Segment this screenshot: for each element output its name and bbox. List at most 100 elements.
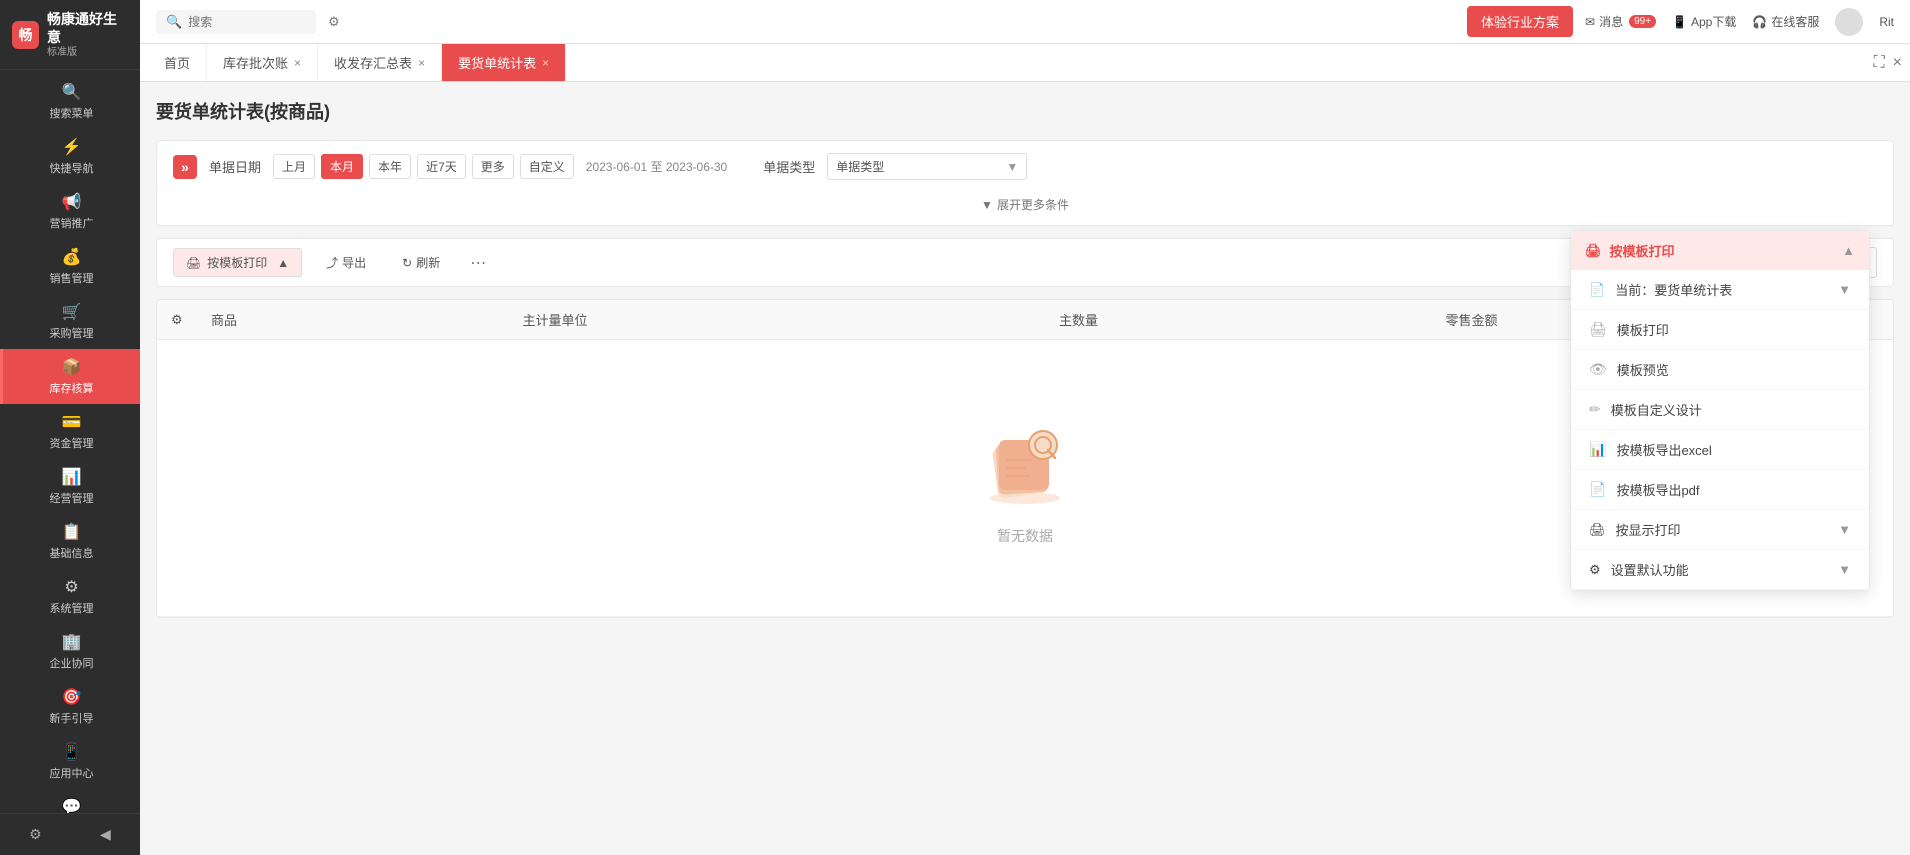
sidebar-item-purchase[interactable]: 🛒 采购管理 [0,294,140,349]
tab-order_stat[interactable]: 要货单统计表× [442,44,566,81]
user-avatar[interactable] [1835,8,1863,36]
sidebar-item-guide[interactable]: 🎯 新手引导 [0,679,140,734]
print-label: 按模板打印 [207,254,267,271]
search-box[interactable]: 🔍 [156,10,316,34]
sidebar-item-finance[interactable]: 💳 资金管理 [0,404,140,459]
date-btn-more[interactable]: 更多 [472,154,514,179]
type-dropdown[interactable]: 单据类型 ▼ [827,153,1027,180]
sidebar-label-inventory: 库存核算 [50,380,94,396]
th-settings[interactable]: ⚙ [157,300,197,340]
th-quantity: 主数量 [1045,300,1432,340]
dropdown-header[interactable]: 🖨 按模板打印 ▲ [1571,231,1869,270]
sidebar-icon-shortcut: ⚡ [62,137,82,157]
display-print-arrow: ▼ [1838,522,1851,537]
sidebar-item-shortcut[interactable]: ⚡ 快捷导航 [0,129,140,184]
sidebar-item-basic[interactable]: 📋 基础信息 [0,514,140,569]
app-logo: 畅 畅康通好生意 标准版 [0,0,140,70]
sidebar-icon-guide: 🎯 [62,687,82,707]
topbar: 🔍 ⚙ 体验行业方案 ✉ 消息 99+ 📱 App下载 🎧 在线客服 Rit [140,0,1910,44]
filter-expand-btn[interactable]: » [173,155,197,179]
dropdown-printer-icon: 🖨 [1585,243,1602,259]
date-btn-this_year[interactable]: 本年 [369,154,411,179]
page-content: 要货单统计表(按商品) » 单据日期 上月本月本年近7天更多自定义 2023-0… [140,82,1910,855]
sidebar-icon-inventory: 📦 [62,357,82,377]
filter-more-label: 展开更多条件 [997,196,1069,213]
sidebar-icon-enterprise: 🏢 [62,632,82,652]
maximize-icon[interactable]: ⛶ [1873,54,1884,72]
dropdown-item-export-excel[interactable]: 📊 按模板导出excel [1571,430,1869,470]
filter-more-btn[interactable]: ▼ 展开更多条件 [981,196,1069,213]
sidebar-label-marketing: 营销推广 [50,215,94,231]
logo-icon: 畅 [12,21,39,49]
th-unit: 主计量单位 [509,300,1045,340]
dropdown-item-template-custom[interactable]: ✏ 模板自定义设计 [1571,390,1869,430]
messages-btn[interactable]: ✉ 消息 99+ [1585,13,1656,30]
date-btn-prev_month[interactable]: 上月 [273,154,315,179]
dropdown-display-print[interactable]: 🖨 按显示打印 ▼ [1571,510,1869,550]
sidebar-item-operation[interactable]: 📊 经营管理 [0,459,140,514]
industry-btn[interactable]: 体验行业方案 [1467,6,1573,37]
export-btn[interactable]: ⤴ 导出 [314,249,378,276]
collapse-footer-btn[interactable]: ◀ [96,822,115,847]
filter-bar: » 单据日期 上月本月本年近7天更多自定义 2023-06-01 至 2023-… [156,140,1894,226]
sidebar-icon-search: 🔍 [62,82,82,102]
dropdown-default-func[interactable]: ⚙ 设置默认功能 ▼ [1571,550,1869,590]
dropdown-current-template[interactable]: 📄 当前：要货单统计表 ▼ [1571,270,1869,310]
template-preview-icon: 👁 [1589,361,1607,378]
display-print-label: 按显示打印 [1616,520,1681,539]
sidebar-label-shortcut: 快捷导航 [50,160,94,176]
template-custom-icon: ✏ [1589,401,1601,418]
app-download-btn[interactable]: 📱 App下载 [1672,13,1736,30]
settings-footer-btn[interactable]: ⚙ [25,822,46,847]
sidebar-item-inventory[interactable]: 📦 库存核算 [0,349,140,404]
export-label: 导出 [342,254,366,271]
print-dropdown: 🖨 按模板打印 ▲ 📄 当前：要货单统计表 ▼ 🖨 模板打印 👁 [1570,230,1870,591]
empty-illustration [975,410,1075,510]
tab-batch[interactable]: 库存批次账× [207,44,318,81]
sidebar-label-guide: 新手引导 [50,710,94,726]
export-excel-icon: 📊 [1589,441,1606,458]
date-btn-this_month[interactable]: 本月 [321,154,363,179]
tab-close-batch[interactable]: × [294,56,301,70]
tab-home[interactable]: 首页 [148,44,207,81]
message-icon: ✉ [1585,15,1595,29]
sidebar-nav: 🔍 搜索菜单 ⚡ 快捷导航 📢 营销推广 💰 销售管理 🛒 采购管理 📦 库存核… [0,70,140,813]
print-arrow-icon: ▲ [277,256,289,270]
sidebar-label-sales: 销售管理 [50,270,94,286]
sidebar-footer: ⚙ ◀ [0,813,140,855]
tabs-right: ⛶ × [1873,54,1902,72]
sidebar-icon-operation: 📊 [62,467,82,487]
date-btn-last7[interactable]: 近7天 [417,154,466,179]
sidebar-item-corpWeChat[interactable]: 💬 企业微信 [0,789,140,813]
sidebar-label-purchase: 采购管理 [50,325,94,341]
default-func-label: 设置默认功能 [1611,560,1689,579]
tab-close-collection[interactable]: × [418,56,425,70]
export-excel-label: 按模板导出excel [1616,440,1711,459]
online-service-btn[interactable]: 🎧 在线客服 [1752,13,1819,30]
th-product: 商品 [197,300,509,340]
sidebar-item-sales[interactable]: 💰 销售管理 [0,239,140,294]
sidebar-item-marketing[interactable]: 📢 营销推广 [0,184,140,239]
topbar-settings-icon[interactable]: ⚙ [328,14,340,30]
sidebar-item-system[interactable]: ⚙ 系统管理 [0,569,140,624]
sidebar-icon-finance: 💳 [62,412,82,432]
dropdown-item-template-print[interactable]: 🖨 模板打印 [1571,310,1869,350]
date-range: 2023-06-01 至 2023-06-30 [586,158,727,175]
search-icon: 🔍 [166,14,182,30]
dropdown-item-template-preview[interactable]: 👁 模板预览 [1571,350,1869,390]
sidebar-item-appCenter[interactable]: 📱 应用中心 [0,734,140,789]
tab-collection[interactable]: 收发存汇总表× [318,44,442,81]
dropdown-item-export-pdf[interactable]: 📄 按模板导出pdf [1571,470,1869,510]
current-template-arrow: ▼ [1838,282,1851,297]
sidebar-item-search[interactable]: 🔍 搜索菜单 [0,74,140,129]
toolbar-more-btn[interactable]: ⋯ [464,253,492,273]
refresh-btn[interactable]: ↻ 刷新 [390,249,452,276]
username-label: Rit [1879,15,1894,29]
sidebar-item-enterprise[interactable]: 🏢 企业协同 [0,624,140,679]
template-print-icon: 🖨 [1589,321,1607,338]
search-input[interactable] [188,15,288,29]
date-btn-custom[interactable]: 自定义 [520,154,574,179]
window-close-icon[interactable]: × [1893,54,1902,72]
tab-close-order_stat[interactable]: × [542,56,549,70]
print-btn[interactable]: 🖨 按模板打印 ▲ [173,248,302,277]
